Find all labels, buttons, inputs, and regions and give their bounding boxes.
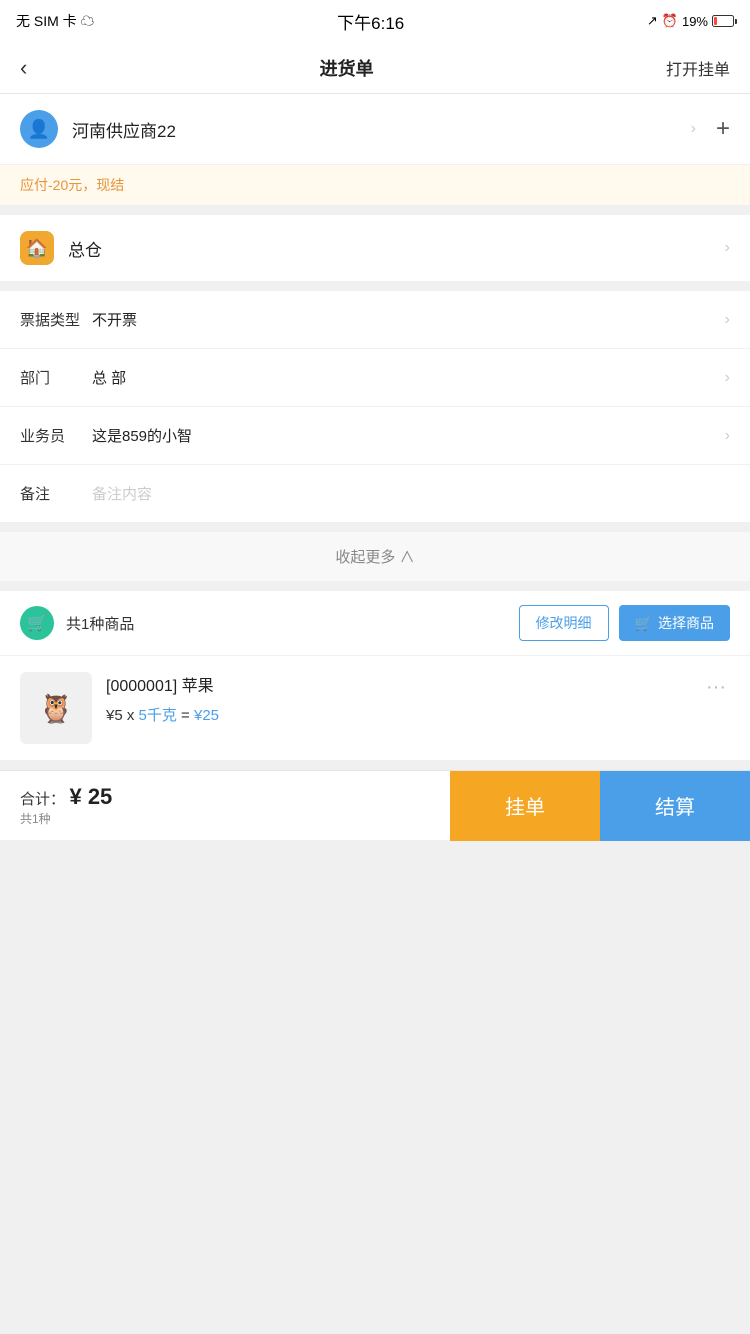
notice-text: 应付-20元，现结 bbox=[20, 177, 124, 193]
product-section: 🛒 共1种商品 修改明细 🛒 选择商品 🦉 [0000001] 苹果 ¥5 x bbox=[0, 591, 750, 760]
warehouse-row[interactable]: 🏠 总仓 › bbox=[0, 215, 750, 281]
sales-value: 这是859的小智 bbox=[92, 425, 725, 446]
status-right: ↗ ⏰ 19% bbox=[647, 13, 734, 29]
supplier-name: 河南供应商22 bbox=[72, 117, 691, 142]
nav-bar: ‹ 进货单 打开挂单 bbox=[0, 42, 750, 94]
signal-text: 无 SIM 卡 ☁ bbox=[16, 11, 95, 31]
unit-price: ¥5 bbox=[106, 707, 123, 724]
status-bar: 无 SIM 卡 ☁ 下午6:16 ↗ ⏰ 19% bbox=[0, 0, 750, 42]
collapse-bar[interactable]: 收起更多 ∧ bbox=[0, 532, 750, 581]
invoice-chevron-icon: › bbox=[725, 311, 730, 329]
total-count: 共1种 bbox=[20, 810, 430, 827]
alarm-icon: ⏰ bbox=[662, 13, 678, 29]
sales-chevron-icon: › bbox=[725, 427, 730, 445]
dept-row[interactable]: 部门 总 部 › bbox=[0, 349, 750, 407]
supplier-section: 👤 河南供应商22 › + 应付-20元，现结 bbox=[0, 94, 750, 205]
hang-order-button[interactable]: 挂单 bbox=[450, 771, 600, 841]
total-price: ¥25 bbox=[194, 707, 219, 724]
product-name: [0000001] 苹果 bbox=[106, 672, 702, 696]
dept-label: 部门 bbox=[20, 367, 92, 388]
edit-detail-button[interactable]: 修改明细 bbox=[519, 605, 609, 641]
remark-row[interactable]: 备注 备注内容 bbox=[0, 465, 750, 522]
total-label: 合计： bbox=[20, 791, 65, 808]
content-area: 👤 河南供应商22 › + 应付-20元，现结 🏠 总仓 › 票据类型 不开票 … bbox=[0, 94, 750, 760]
select-product-label: 选择商品 bbox=[658, 613, 714, 633]
product-item: 🦉 [0000001] 苹果 ¥5 x 5千克 = ¥25 ··· bbox=[0, 656, 750, 760]
warehouse-chevron-icon: › bbox=[725, 239, 730, 257]
multiply-sign: x bbox=[127, 707, 139, 724]
product-price: ¥5 x 5千克 = ¥25 bbox=[106, 704, 702, 725]
open-pending-button[interactable]: 打开挂单 bbox=[666, 56, 730, 80]
invoice-row[interactable]: 票据类型 不开票 › bbox=[0, 291, 750, 349]
sales-label: 业务员 bbox=[20, 425, 92, 446]
battery-percent: 19% bbox=[682, 14, 708, 29]
select-product-button[interactable]: 🛒 选择商品 bbox=[619, 605, 730, 641]
owl-logo-icon: 🦉 bbox=[39, 692, 74, 725]
dept-chevron-icon: › bbox=[725, 369, 730, 387]
back-button[interactable]: ‹ bbox=[20, 55, 27, 81]
product-count: 共1种商品 bbox=[66, 613, 519, 634]
cart-icon: 🛒 bbox=[635, 615, 652, 632]
dept-value: 总 部 bbox=[92, 367, 725, 388]
form-section: 票据类型 不开票 › 部门 总 部 › 业务员 这是859的小智 › 备注 备注… bbox=[0, 291, 750, 522]
supplier-chevron-icon: › bbox=[691, 120, 696, 138]
warehouse-icon: 🏠 bbox=[20, 231, 54, 265]
add-button[interactable]: + bbox=[716, 115, 730, 143]
settle-button[interactable]: 结算 bbox=[600, 771, 750, 841]
sales-row[interactable]: 业务员 这是859的小智 › bbox=[0, 407, 750, 465]
total-row: 合计： ¥ 25 bbox=[20, 784, 430, 810]
bottom-bar: 合计： ¥ 25 共1种 挂单 结算 bbox=[0, 770, 750, 840]
total-amount: ¥ 25 bbox=[69, 784, 112, 809]
product-title: 苹果 bbox=[182, 678, 214, 695]
invoice-label: 票据类型 bbox=[20, 309, 92, 330]
more-options-button[interactable]: ··· bbox=[702, 672, 730, 703]
remark-input[interactable]: 备注内容 bbox=[92, 483, 730, 504]
battery-icon bbox=[712, 15, 734, 27]
product-code: [0000001] bbox=[106, 678, 177, 695]
supplier-avatar: 👤 bbox=[20, 110, 58, 148]
product-header: 🛒 共1种商品 修改明细 🛒 选择商品 bbox=[0, 591, 750, 656]
remark-label: 备注 bbox=[20, 483, 92, 504]
total-area: 合计： ¥ 25 共1种 bbox=[0, 784, 450, 827]
collapse-label: 收起更多 ∧ bbox=[335, 549, 414, 566]
supplier-row[interactable]: 👤 河南供应商22 › + bbox=[0, 94, 750, 165]
equals-sign: = bbox=[181, 707, 194, 724]
product-thumbnail: 🦉 bbox=[20, 672, 92, 744]
status-time: 下午6:16 bbox=[337, 9, 404, 34]
status-left: 无 SIM 卡 ☁ bbox=[16, 11, 95, 31]
location-icon: ↗ bbox=[647, 13, 658, 29]
warehouse-name: 总仓 bbox=[68, 236, 725, 261]
notice-bar: 应付-20元，现结 bbox=[0, 165, 750, 205]
quantity: 5千克 bbox=[139, 707, 177, 724]
product-icon: 🛒 bbox=[20, 606, 54, 640]
product-info: [0000001] 苹果 ¥5 x 5千克 = ¥25 bbox=[106, 672, 702, 725]
page-title: 进货单 bbox=[320, 55, 374, 81]
invoice-value: 不开票 bbox=[92, 309, 725, 330]
warehouse-section: 🏠 总仓 › bbox=[0, 215, 750, 281]
